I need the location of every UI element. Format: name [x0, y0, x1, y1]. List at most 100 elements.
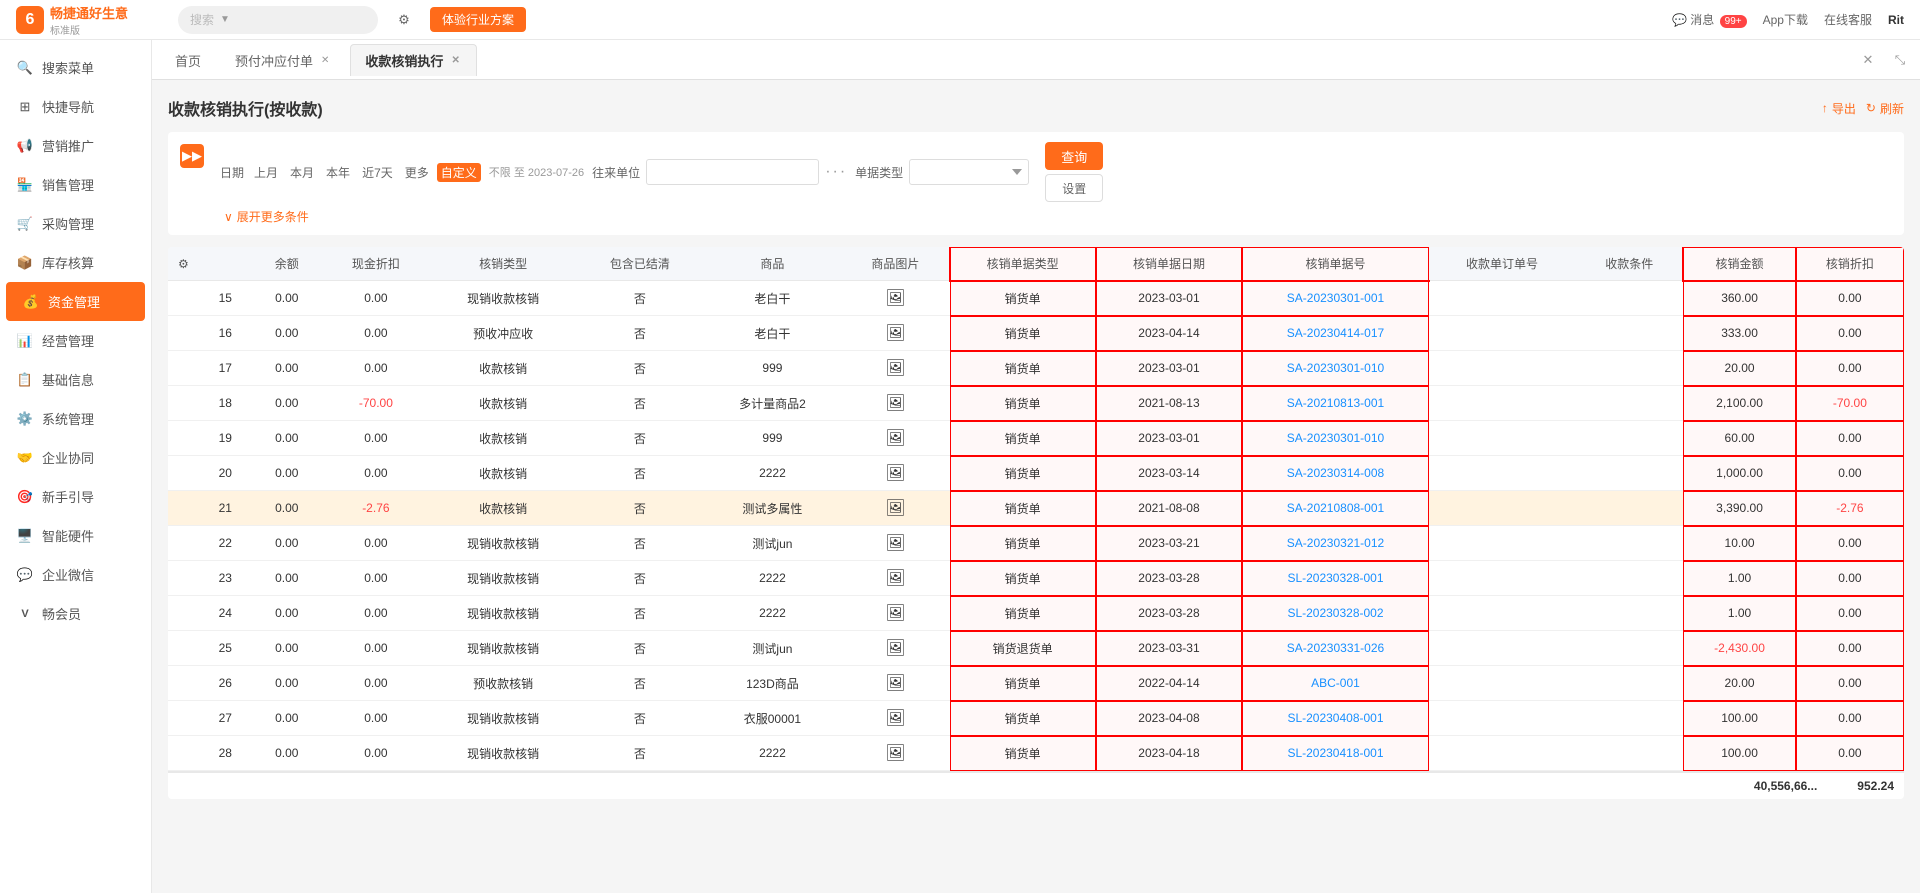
row-product: 老白干: [704, 281, 842, 316]
row-receipt-condition: [1575, 701, 1683, 736]
trial-button[interactable]: 体验行业方案: [430, 7, 526, 32]
row-product-img[interactable]: 🖼: [841, 351, 949, 386]
row-balance: 0.00: [252, 456, 322, 491]
row-product-img[interactable]: 🖼: [841, 666, 949, 701]
row-verify-bill-no[interactable]: SA-20210813-001: [1242, 386, 1429, 421]
preset-this-year[interactable]: 本年: [322, 163, 354, 182]
row-balance: 0.00: [252, 421, 322, 456]
tab-close-icon[interactable]: ✕: [1856, 48, 1880, 72]
row-product-img[interactable]: 🖼: [841, 701, 949, 736]
export-button[interactable]: ↑ 导出: [1822, 100, 1856, 117]
tab-expand-icon[interactable]: ⤡: [1888, 48, 1912, 72]
row-settings-cell[interactable]: [168, 421, 199, 456]
row-product-img[interactable]: 🖼: [841, 526, 949, 561]
row-verify-bill-no[interactable]: SL-20230328-002: [1242, 596, 1429, 631]
row-settings-cell[interactable]: [168, 736, 199, 771]
row-seq: 24: [199, 596, 252, 631]
row-balance: 0.00: [252, 386, 322, 421]
voucher-type-select[interactable]: [909, 159, 1029, 185]
row-settings-cell[interactable]: [168, 561, 199, 596]
notifications[interactable]: 💬 消息 99+: [1672, 11, 1747, 28]
row-balance: 0.00: [252, 596, 322, 631]
row-settings-cell[interactable]: [168, 281, 199, 316]
row-product-img[interactable]: 🖼: [841, 456, 949, 491]
row-product-img[interactable]: 🖼: [841, 491, 949, 526]
query-button[interactable]: 查询: [1045, 142, 1103, 170]
preset-this-month[interactable]: 本月: [286, 163, 318, 182]
sidebar-item-guide[interactable]: 🎯 新手引导: [0, 477, 151, 516]
sidebar-item-marketing[interactable]: 📢 营销推广: [0, 126, 151, 165]
tab-prepay-close[interactable]: ✕: [319, 54, 331, 67]
row-verify-bill-no[interactable]: SA-20230331-026: [1242, 631, 1429, 666]
row-product-img[interactable]: 🖼: [841, 386, 949, 421]
tab-home[interactable]: 首页: [160, 44, 216, 76]
sidebar-item-inventory[interactable]: 📦 库存核算: [0, 243, 151, 282]
sidebar-item-wechat[interactable]: 💬 企业微信: [0, 555, 151, 594]
row-verify-bill-no[interactable]: SA-20230314-008: [1242, 456, 1429, 491]
row-verify-bill-no[interactable]: SA-20230301-001: [1242, 281, 1429, 316]
col-verify-bill-type: 核销单据类型: [950, 247, 1096, 281]
marketing-icon: 📢: [16, 137, 34, 155]
row-settings-cell[interactable]: [168, 456, 199, 491]
sidebar-item-quick-nav[interactable]: ⊞ 快捷导航: [0, 87, 151, 126]
row-verify-bill-no[interactable]: SA-20230414-017: [1242, 316, 1429, 351]
col-settings[interactable]: ⚙: [168, 247, 199, 281]
sidebar-item-member[interactable]: V 畅会员: [0, 594, 151, 633]
preset-7days[interactable]: 近7天: [358, 163, 397, 182]
refresh-button[interactable]: ↻ 刷新: [1866, 100, 1904, 117]
preset-last-month[interactable]: 上月: [250, 163, 282, 182]
row-product-img[interactable]: 🖼: [841, 421, 949, 456]
user-name[interactable]: Rit: [1888, 13, 1904, 27]
filter-toggle-button[interactable]: ▶▶: [180, 144, 204, 168]
sidebar-item-search[interactable]: 🔍 搜索菜单: [0, 48, 151, 87]
sidebar-item-purchase[interactable]: 🛒 采购管理: [0, 204, 151, 243]
row-product-img[interactable]: 🖼: [841, 281, 949, 316]
row-product-img[interactable]: 🖼: [841, 736, 949, 771]
tab-receipt-verify[interactable]: 收款核销执行 ✕: [350, 44, 476, 76]
sidebar-item-smart-hw[interactable]: 🖥️ 智能硬件: [0, 516, 151, 555]
preset-more[interactable]: 更多: [401, 163, 433, 182]
row-settings-cell[interactable]: [168, 666, 199, 701]
row-settings-cell[interactable]: [168, 526, 199, 561]
row-product-img[interactable]: 🖼: [841, 631, 949, 666]
sidebar-item-basic-info[interactable]: 📋 基础信息: [0, 360, 151, 399]
preset-custom[interactable]: 自定义: [437, 163, 481, 182]
tab-receipt-verify-close[interactable]: ✕: [449, 54, 461, 67]
row-product-img[interactable]: 🖼: [841, 561, 949, 596]
app-download-link[interactable]: App下载: [1763, 11, 1808, 28]
row-verify-bill-no[interactable]: SA-20230301-010: [1242, 351, 1429, 386]
table-row: 210.00-2.76收款核销否测试多属性🖼销货单2021-08-08SA-20…: [168, 491, 1904, 526]
row-verify-bill-no[interactable]: SL-20230408-001: [1242, 701, 1429, 736]
row-verify-bill-no[interactable]: SL-20230418-001: [1242, 736, 1429, 771]
expand-more-button[interactable]: ∨ 展开更多条件: [224, 208, 1892, 225]
table-row: 150.000.00现销收款核销否老白干🖼销货单2023-03-01SA-202…: [168, 281, 1904, 316]
online-service-link[interactable]: 在线客服: [1824, 11, 1872, 28]
counterpart-input[interactable]: [646, 159, 819, 185]
tab-prepay[interactable]: 预付冲应付单 ✕: [220, 44, 346, 76]
row-product-img[interactable]: 🖼: [841, 596, 949, 631]
sidebar-item-sales[interactable]: 🏪 销售管理: [0, 165, 151, 204]
row-verify-bill-no[interactable]: ABC-001: [1242, 666, 1429, 701]
row-seq: 23: [199, 561, 252, 596]
row-verify-bill-no[interactable]: SA-20230301-010: [1242, 421, 1429, 456]
gear-icon[interactable]: ⚙: [390, 6, 418, 34]
row-settings-cell[interactable]: [168, 631, 199, 666]
row-settings-cell[interactable]: [168, 386, 199, 421]
row-settings-cell[interactable]: [168, 351, 199, 386]
row-verify-bill-no[interactable]: SA-20210808-001: [1242, 491, 1429, 526]
row-settings-cell[interactable]: [168, 316, 199, 351]
row-verify-bill-no[interactable]: SL-20230328-001: [1242, 561, 1429, 596]
sidebar-item-operations[interactable]: 📊 经营管理: [0, 321, 151, 360]
settings-button[interactable]: 设置: [1045, 174, 1103, 202]
row-settings-cell[interactable]: [168, 596, 199, 631]
sidebar-item-finance[interactable]: 💰 资金管理: [6, 282, 145, 321]
sidebar-item-collab[interactable]: 🤝 企业协同: [0, 438, 151, 477]
row-settings-cell[interactable]: [168, 491, 199, 526]
row-product-img[interactable]: 🖼: [841, 316, 949, 351]
date-presets: 上月 本月 本年 近7天 更多 自定义: [250, 163, 481, 182]
sidebar-item-system[interactable]: ⚙️ 系统管理: [0, 399, 151, 438]
global-search[interactable]: 搜索 ▼: [178, 6, 378, 34]
row-verify-bill-no[interactable]: SA-20230321-012: [1242, 526, 1429, 561]
row-settings-cell[interactable]: [168, 701, 199, 736]
app-name: 畅捷通好生意: [50, 3, 128, 22]
